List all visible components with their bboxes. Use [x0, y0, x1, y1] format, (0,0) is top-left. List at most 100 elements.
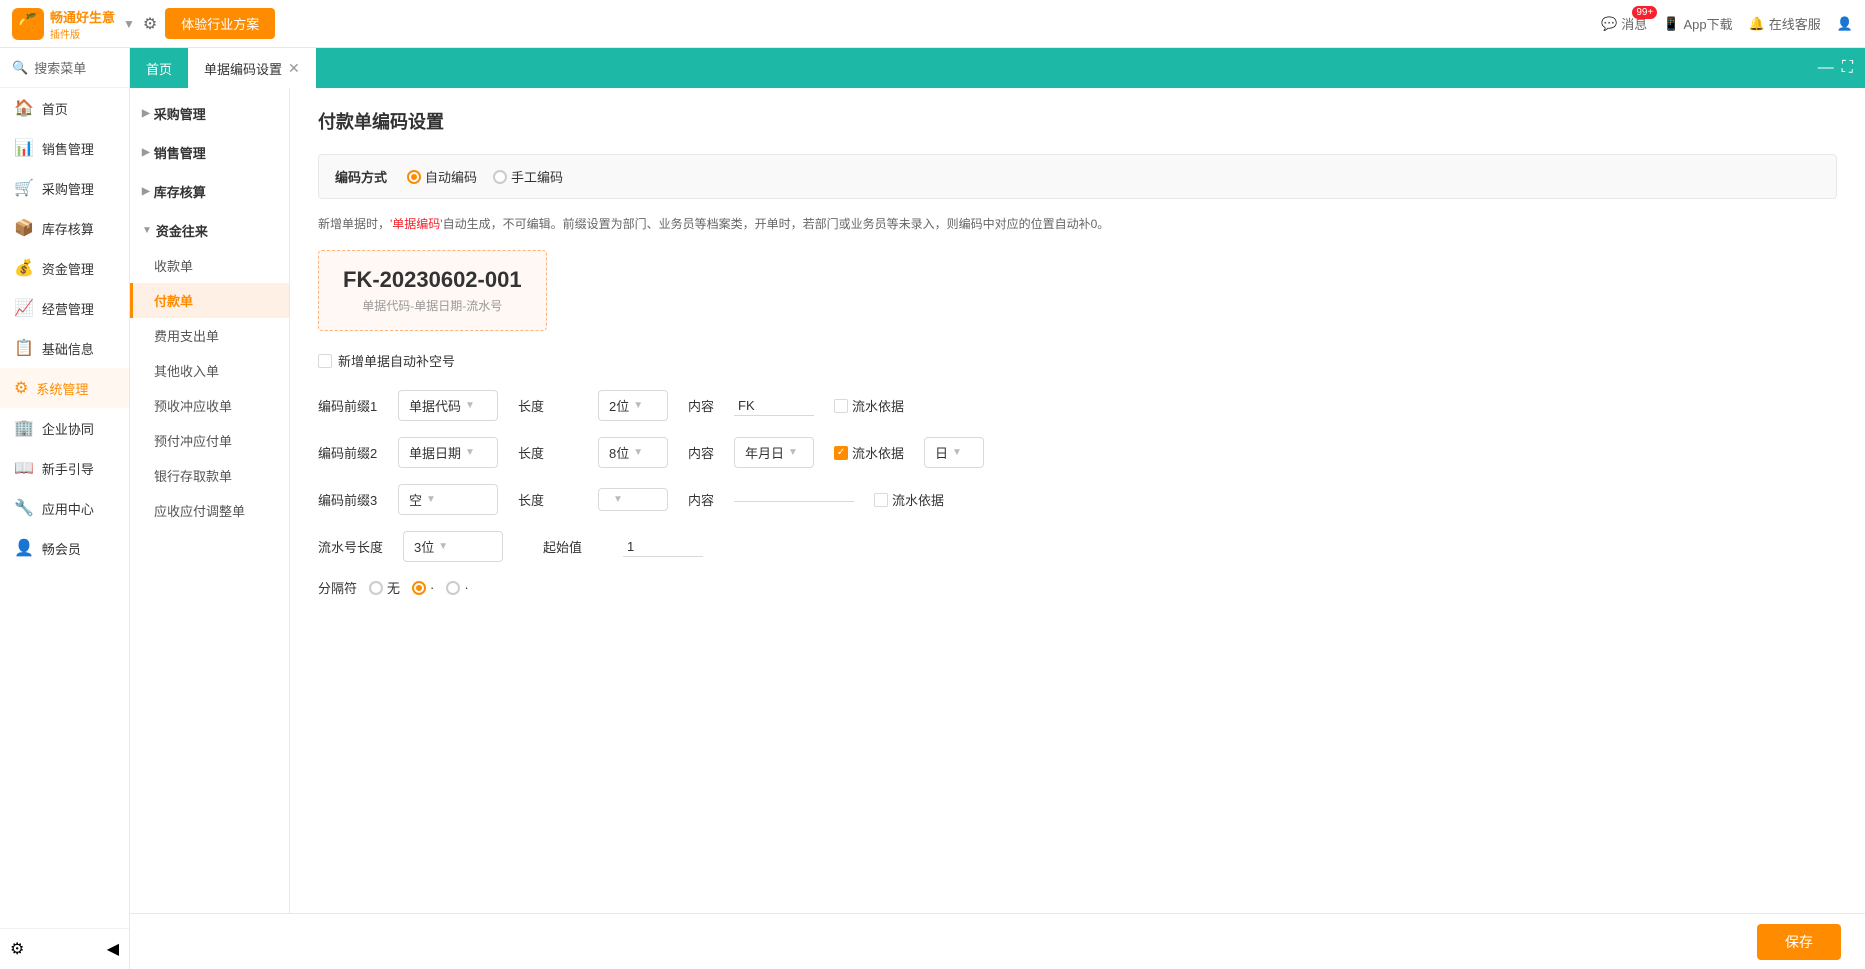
subnav-item-payment[interactable]: 付款单 — [130, 283, 289, 318]
subnav-purchase-label: 采购管理 — [154, 104, 206, 123]
serial1-checkbox[interactable] — [834, 399, 848, 413]
sidebar-item-apps[interactable]: 🔧 应用中心 — [0, 488, 129, 528]
save-button[interactable]: 保存 — [1757, 924, 1841, 960]
settings-icon[interactable]: ⚙ — [143, 14, 157, 34]
tab-home-label: 首页 — [146, 59, 172, 78]
prefix1-select[interactable]: 单据代码 ▼ — [398, 390, 498, 421]
serial-length-value: 3位 — [414, 537, 434, 556]
subnav-sales-label: 销售管理 — [154, 143, 206, 162]
main-layout: 🔍 搜索菜单 🏠 首页 📊 销售管理 🛒 采购管理 📦 库存核算 💰 资金管理 … — [0, 48, 1865, 969]
serial3-check[interactable]: 流水依据 — [874, 490, 944, 509]
radio-manual-code[interactable]: 手工编码 — [493, 167, 563, 186]
sidebar-item-operations[interactable]: 📈 经营管理 — [0, 288, 129, 328]
subnav-group-purchase: ▶ 采购管理 — [130, 96, 289, 131]
sep-none-radio[interactable]: 无 — [369, 578, 400, 597]
serial1-check[interactable]: 流水依据 — [834, 396, 904, 415]
serial2-option: 日 — [935, 443, 948, 462]
member-icon: 👤 — [14, 538, 34, 558]
sidebar-item-inventory[interactable]: 📦 库存核算 — [0, 208, 129, 248]
start-value[interactable]: 1 — [623, 537, 703, 557]
subnav-item-expense[interactable]: 费用支出单 — [130, 318, 289, 353]
tab-setting[interactable]: 单据编码设置 ✕ — [188, 48, 316, 88]
length3-select[interactable]: ▼ — [598, 488, 668, 511]
sidebar-item-purchase[interactable]: 🛒 采购管理 — [0, 168, 129, 208]
length2-value: 8位 — [609, 443, 629, 462]
prefix3-row: 编码前缀3 空 ▼ 长度 ▼ 内容 流水依据 — [318, 484, 1837, 515]
subnav-group-capital-title[interactable]: ▼ 资金往来 — [130, 213, 289, 248]
serial2-option-select[interactable]: 日 ▼ — [924, 437, 984, 468]
msg-badge: 99+ — [1632, 6, 1657, 19]
subnav-item-bank[interactable]: 银行存取款单 — [130, 458, 289, 493]
sidebar-item-finance[interactable]: 💰 资金管理 — [0, 248, 129, 288]
tab-close-icon[interactable]: ✕ — [288, 60, 300, 77]
subnav-item-income[interactable]: 其他收入单 — [130, 353, 289, 388]
sidebar-label-system: 系统管理 — [36, 379, 88, 398]
sidebar-item-system[interactable]: ⚙ 系统管理 — [0, 368, 129, 408]
system-icon: ⚙ — [14, 378, 28, 398]
service-icon: 🔔 — [1749, 16, 1765, 32]
tabbar-expand-btn[interactable]: ⛶ — [1842, 59, 1853, 77]
online-service[interactable]: 🔔 在线客服 — [1749, 14, 1821, 33]
sidebar-collapse-icon[interactable]: ◀ — [107, 939, 119, 959]
auto-code-label: 自动编码 — [425, 167, 477, 186]
subnav-group-inventory-title[interactable]: ▶ 库存核算 — [130, 174, 289, 209]
industry-btn[interactable]: 体验行业方案 — [165, 8, 275, 39]
tab-setting-label: 单据编码设置 — [204, 59, 282, 78]
msg-wrapper[interactable]: 💬 消息 99+ — [1601, 14, 1647, 33]
sidebar-item-basic[interactable]: 📋 基础信息 — [0, 328, 129, 368]
length1-select[interactable]: 2位 ▼ — [598, 390, 668, 421]
sidebar-item-home[interactable]: 🏠 首页 — [0, 88, 129, 128]
content1-label: 内容 — [688, 396, 714, 415]
sidebar-item-guide[interactable]: 📖 新手引导 — [0, 448, 129, 488]
prefix1-arrow-icon: ▼ — [465, 400, 475, 411]
subnav: ▶ 采购管理 ▶ 销售管理 ▶ 库存核算 — [130, 88, 290, 913]
serial2-check[interactable]: ✓ 流水依据 — [834, 443, 904, 462]
serial-length-select[interactable]: 3位 ▼ — [403, 531, 503, 562]
tabbar-minimize-btn[interactable]: — — [1818, 59, 1834, 77]
app-download[interactable]: 📱 App下载 — [1663, 14, 1732, 33]
serial1-label: 流水依据 — [852, 396, 904, 415]
dropdown-arrow-icon[interactable]: ▼ — [123, 17, 135, 31]
logo-icon: 🍊 — [12, 8, 44, 40]
auto-fill-checkbox[interactable] — [318, 354, 332, 368]
sep-other-radio[interactable]: · — [446, 580, 468, 595]
prefix3-select[interactable]: 空 ▼ — [398, 484, 498, 515]
msg-icon: 💬 — [1601, 16, 1617, 32]
topbar: 🍊 畅通好生意 插件版 ▼ ⚙ 体验行业方案 💬 消息 99+ 📱 App下载 … — [0, 0, 1865, 48]
tab-home[interactable]: 首页 — [130, 48, 188, 88]
length1-label: 长度 — [518, 396, 578, 415]
user-info[interactable]: 👤 — [1837, 16, 1853, 32]
code-example: FK-20230602-001 — [343, 267, 522, 293]
serial3-checkbox[interactable] — [874, 493, 888, 507]
prefix1-value: 单据代码 — [409, 396, 461, 415]
sidebar-settings-icon[interactable]: ⚙ — [10, 939, 24, 959]
length2-select[interactable]: 8位 ▼ — [598, 437, 668, 468]
tabbar: 首页 单据编码设置 ✕ — ⛶ — [130, 48, 1865, 88]
subnav-item-receipt[interactable]: 收款单 — [130, 248, 289, 283]
logo-area: 🍊 畅通好生意 插件版 — [12, 7, 115, 41]
sidebar-label-purchase: 采购管理 — [42, 179, 94, 198]
auto-fill-label: 新增单据自动补空号 — [338, 351, 455, 370]
subnav-item-prepay-pay[interactable]: 预付冲应付单 — [130, 423, 289, 458]
length2-arrow-icon: ▼ — [633, 447, 643, 458]
prefix2-select[interactable]: 单据日期 ▼ — [398, 437, 498, 468]
subnav-item-prepay-receive[interactable]: 预收冲应收单 — [130, 388, 289, 423]
serial-length-row: 流水号长度 3位 ▼ 起始值 1 — [318, 531, 1837, 562]
sidebar-item-company[interactable]: 🏢 企业协同 — [0, 408, 129, 448]
sidebar-label-guide: 新手引导 — [42, 459, 94, 478]
radio-auto-code[interactable]: 自动编码 — [407, 167, 477, 186]
subnav-group-sales-title[interactable]: ▶ 销售管理 — [130, 135, 289, 170]
coding-method-label: 编码方式 — [335, 167, 387, 186]
sidebar-item-member[interactable]: 👤 畅会员 — [0, 528, 129, 568]
sidebar-search[interactable]: 🔍 搜索菜单 — [0, 48, 129, 88]
serial2-checkbox-checked[interactable]: ✓ — [834, 446, 848, 460]
logo-sub: 插件版 — [50, 26, 115, 41]
home-icon: 🏠 — [14, 98, 34, 118]
content2-value: 年月日 — [745, 443, 784, 462]
sep-dot-radio[interactable]: · — [412, 580, 434, 595]
subnav-group-purchase-title[interactable]: ▶ 采购管理 — [130, 96, 289, 131]
sidebar-item-sales[interactable]: 📊 销售管理 — [0, 128, 129, 168]
content2-select[interactable]: 年月日 ▼ — [734, 437, 814, 468]
subnav-item-adjustment[interactable]: 应收应付调整单 — [130, 493, 289, 528]
length1-value: 2位 — [609, 396, 629, 415]
